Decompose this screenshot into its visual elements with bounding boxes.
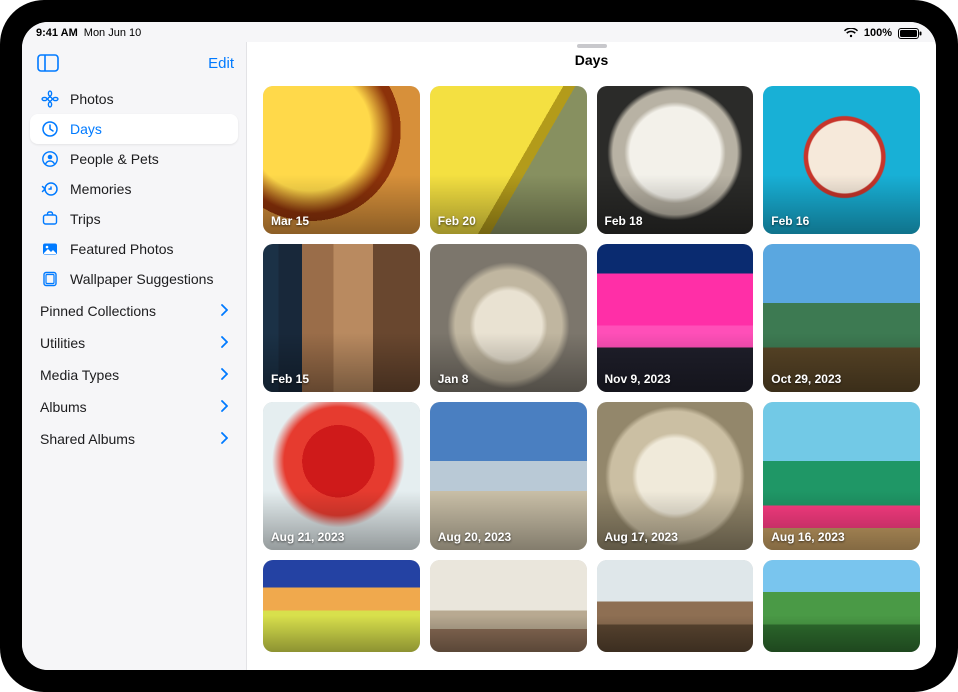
- sidebar-item-label: Trips: [70, 211, 101, 227]
- clock-icon: [40, 119, 60, 139]
- tile-date-label: Feb 18: [605, 214, 643, 228]
- day-tile[interactable]: Oct 29, 2023: [763, 244, 920, 392]
- sidebar-toggle-button[interactable]: [34, 49, 62, 77]
- chevron-right-icon: [220, 367, 228, 383]
- app-body: Edit Photos Days: [22, 42, 936, 670]
- day-tile[interactable]: Mar 15: [263, 86, 420, 234]
- sidebar-item-label: Featured Photos: [70, 241, 174, 257]
- memories-icon: [40, 179, 60, 199]
- section-label: Utilities: [40, 335, 85, 351]
- days-grid[interactable]: Mar 15 Feb 20 Feb 18 Feb 16 Feb 15 Jan 8…: [247, 78, 936, 670]
- multitasking-handle-icon[interactable]: [577, 44, 607, 48]
- day-tile[interactable]: [597, 560, 754, 652]
- day-tile[interactable]: [430, 560, 587, 652]
- sidebar-item-label: Days: [70, 121, 102, 137]
- day-tile[interactable]: [763, 560, 920, 652]
- sidebar-item-label: Wallpaper Suggestions: [70, 271, 213, 287]
- day-tile[interactable]: Feb 18: [597, 86, 754, 234]
- sidebar-item-photos[interactable]: Photos: [30, 84, 238, 114]
- chevron-right-icon: [220, 431, 228, 447]
- sidebar-item-label: Photos: [70, 91, 114, 107]
- page-title: Days: [575, 52, 608, 68]
- section-label: Shared Albums: [40, 431, 135, 447]
- status-bar: 9:41 AM Mon Jun 10 100%: [22, 22, 936, 42]
- sidebar-section-shared-albums[interactable]: Shared Albums: [30, 424, 238, 454]
- sidebar: Edit Photos Days: [22, 42, 247, 670]
- sidebar-nav-list: Photos Days People & Pets: [30, 80, 238, 454]
- suitcase-icon: [40, 209, 60, 229]
- sidebar-item-people-pets[interactable]: People & Pets: [30, 144, 238, 174]
- section-label: Media Types: [40, 367, 119, 383]
- day-tile[interactable]: Aug 16, 2023: [763, 402, 920, 550]
- sidebar-section-utilities[interactable]: Utilities: [30, 328, 238, 358]
- battery-icon: [898, 28, 922, 39]
- person-circle-icon: [40, 149, 60, 169]
- tile-date-label: Aug 16, 2023: [771, 530, 844, 544]
- day-tile[interactable]: Aug 17, 2023: [597, 402, 754, 550]
- sidebar-item-label: People & Pets: [70, 151, 159, 167]
- chevron-right-icon: [220, 335, 228, 351]
- tile-date-label: Aug 21, 2023: [271, 530, 344, 544]
- sidebar-item-memories[interactable]: Memories: [30, 174, 238, 204]
- content-header: Days: [247, 42, 936, 78]
- sidebar-section-albums[interactable]: Albums: [30, 392, 238, 422]
- content-area: Days Mar 15 Feb 20 Feb 18 Feb 16 Feb 15 …: [247, 42, 936, 670]
- section-label: Albums: [40, 399, 87, 415]
- sidebar-section-pinned-collections[interactable]: Pinned Collections: [30, 296, 238, 326]
- tile-date-label: Aug 17, 2023: [605, 530, 678, 544]
- ipad-frame: 9:41 AM Mon Jun 10 100%: [0, 0, 958, 692]
- wifi-icon: [844, 28, 858, 38]
- tile-date-label: Aug 20, 2023: [438, 530, 511, 544]
- sidebar-item-featured-photos[interactable]: Featured Photos: [30, 234, 238, 264]
- day-tile[interactable]: Feb 16: [763, 86, 920, 234]
- sidebar-item-trips[interactable]: Trips: [30, 204, 238, 234]
- chevron-right-icon: [220, 399, 228, 415]
- flower-icon: [40, 89, 60, 109]
- section-label: Pinned Collections: [40, 303, 156, 319]
- day-tile[interactable]: Aug 21, 2023: [263, 402, 420, 550]
- day-tile[interactable]: Feb 20: [430, 86, 587, 234]
- tile-date-label: Feb 15: [271, 372, 309, 386]
- wallpaper-icon: [40, 269, 60, 289]
- status-date: Mon Jun 10: [84, 27, 141, 39]
- tile-date-label: Feb 20: [438, 214, 476, 228]
- day-tile[interactable]: Jan 8: [430, 244, 587, 392]
- day-tile[interactable]: Aug 20, 2023: [430, 402, 587, 550]
- sidebar-section-media-types[interactable]: Media Types: [30, 360, 238, 390]
- tile-date-label: Nov 9, 2023: [605, 372, 671, 386]
- photo-icon: [40, 239, 60, 259]
- sidebar-item-wallpaper-suggestions[interactable]: Wallpaper Suggestions: [30, 264, 238, 294]
- sidebar-item-label: Memories: [70, 181, 131, 197]
- battery-percent-label: 100%: [864, 27, 892, 39]
- day-tile[interactable]: Nov 9, 2023: [597, 244, 754, 392]
- tile-date-label: Mar 15: [271, 214, 309, 228]
- sidebar-item-days[interactable]: Days: [30, 114, 238, 144]
- tile-date-label: Feb 16: [771, 214, 809, 228]
- chevron-right-icon: [220, 303, 228, 319]
- status-time: 9:41 AM: [36, 27, 78, 39]
- screen: 9:41 AM Mon Jun 10 100%: [22, 22, 936, 670]
- tile-date-label: Oct 29, 2023: [771, 372, 841, 386]
- day-tile[interactable]: [263, 560, 420, 652]
- tile-date-label: Jan 8: [438, 372, 469, 386]
- edit-button[interactable]: Edit: [208, 55, 234, 72]
- day-tile[interactable]: Feb 15: [263, 244, 420, 392]
